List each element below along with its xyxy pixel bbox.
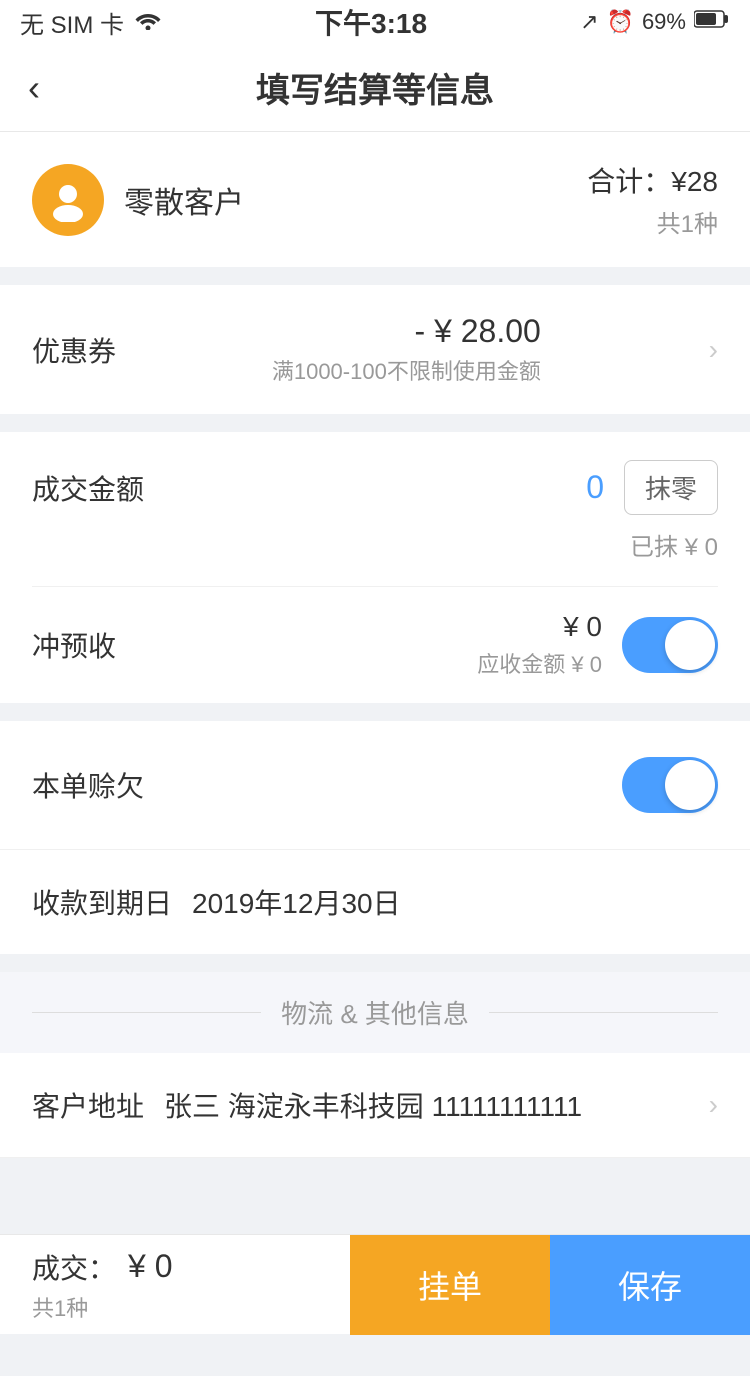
customer-name: 零散客户 bbox=[124, 178, 244, 222]
deal-section: 成交金额 0 抹零 已抹 ¥ 0 冲预收 ¥ 0 应收金额 ¥ 0 bbox=[0, 432, 750, 703]
pre-receive-amount: ¥ 0 bbox=[477, 611, 602, 643]
save-button[interactable]: 保存 bbox=[550, 1235, 750, 1335]
logistics-header: 物流 & 其他信息 bbox=[0, 972, 750, 1053]
coupon-chevron: › bbox=[709, 334, 718, 366]
round-zero-button[interactable]: 抹零 bbox=[624, 460, 718, 515]
bottom-bar: 成交： ¥ 0 共1种 挂单 保存 bbox=[0, 1234, 750, 1334]
deal-amount-row: 成交金额 0 抹零 bbox=[0, 432, 750, 527]
logistics-section: 物流 & 其他信息 客户地址 张三 海淀永丰科技园 11111111111 › bbox=[0, 972, 750, 1158]
logistics-line-left bbox=[32, 1012, 261, 1013]
coupon-description: 满1000-100不限制使用金额 bbox=[272, 354, 541, 386]
pre-receive-toggle[interactable] bbox=[622, 617, 718, 673]
coupon-label: 优惠券 bbox=[32, 330, 116, 370]
status-left: 无 SIM 卡 bbox=[20, 5, 162, 40]
due-date-label: 收款到期日 bbox=[32, 882, 172, 922]
logistics-line-right bbox=[489, 1012, 718, 1013]
coupon-discount: - ¥ 28.00 bbox=[272, 313, 541, 350]
logistics-label: 物流 & 其他信息 bbox=[261, 994, 489, 1031]
bottom-deal-label: 成交： bbox=[32, 1247, 116, 1287]
debt-toggle[interactable] bbox=[622, 757, 718, 813]
bottom-summary-top: 成交： ¥ 0 bbox=[32, 1247, 350, 1287]
customer-count: 共1种 bbox=[587, 204, 718, 239]
alarm-icon: ⏰ bbox=[607, 9, 634, 35]
customer-section: 零散客户 合计：¥28 共1种 bbox=[0, 132, 750, 267]
debt-label: 本单赊欠 bbox=[32, 765, 144, 805]
location-icon: ↗ bbox=[580, 9, 598, 35]
coupon-value: - ¥ 28.00 满1000-100不限制使用金额 bbox=[272, 313, 541, 386]
debt-toggle-knob bbox=[665, 760, 715, 810]
debt-section: 本单赊欠 收款到期日 2019年12月30日 bbox=[0, 721, 750, 954]
due-date-value[interactable]: 2019年12月30日 bbox=[192, 882, 401, 922]
deal-already-rounded: 已抹 ¥ 0 bbox=[0, 527, 750, 586]
deal-right: 0 抹零 bbox=[544, 460, 718, 515]
bottom-deal-count: 共1种 bbox=[32, 1291, 350, 1323]
pre-receive-receivable: 应收金额 ¥ 0 bbox=[477, 647, 602, 679]
debt-row: 本单赊欠 bbox=[0, 721, 750, 850]
address-value: 张三 海淀永丰科技园 11111111111 bbox=[164, 1085, 697, 1125]
customer-right: 合计：¥28 共1种 bbox=[587, 160, 718, 239]
nav-bar: ‹ 填写结算等信息 bbox=[0, 44, 750, 132]
customer-avatar bbox=[32, 164, 104, 236]
status-bar: 无 SIM 卡 下午3:18 ↗ ⏰ 69% bbox=[0, 0, 750, 44]
wifi-icon bbox=[134, 8, 162, 37]
pre-receive-amounts: ¥ 0 应收金额 ¥ 0 bbox=[477, 611, 602, 679]
no-sim-label: 无 SIM 卡 bbox=[20, 5, 124, 40]
address-label: 客户地址 bbox=[32, 1085, 144, 1125]
customer-row: 零散客户 合计：¥28 共1种 bbox=[0, 132, 750, 267]
back-button[interactable]: ‹ bbox=[28, 67, 40, 109]
page-title: 填写结算等信息 bbox=[256, 63, 494, 112]
coupon-section: 优惠券 - ¥ 28.00 满1000-100不限制使用金额 › bbox=[0, 285, 750, 414]
pre-receive-label: 冲预收 bbox=[32, 625, 116, 665]
battery-percent: 69% bbox=[642, 9, 686, 35]
toggle-knob bbox=[665, 620, 715, 670]
coupon-row[interactable]: 优惠券 - ¥ 28.00 满1000-100不限制使用金额 › bbox=[0, 285, 750, 414]
pre-receive-row: 冲预收 ¥ 0 应收金额 ¥ 0 bbox=[0, 587, 750, 703]
pre-receive-right: ¥ 0 应收金额 ¥ 0 bbox=[477, 611, 718, 679]
status-right: ↗ ⏰ 69% bbox=[580, 9, 730, 35]
due-date-row: 收款到期日 2019年12月30日 bbox=[0, 850, 750, 954]
address-row[interactable]: 客户地址 张三 海淀永丰科技园 11111111111 › bbox=[0, 1053, 750, 1158]
address-chevron: › bbox=[709, 1089, 718, 1121]
customer-total: 合计：¥28 bbox=[587, 160, 718, 200]
customer-left: 零散客户 bbox=[32, 164, 244, 236]
battery-icon bbox=[694, 9, 730, 35]
status-time: 下午3:18 bbox=[315, 2, 427, 42]
hang-button[interactable]: 挂单 bbox=[350, 1235, 550, 1335]
bottom-deal-value: ¥ 0 bbox=[128, 1248, 172, 1285]
deal-amount-value[interactable]: 0 bbox=[544, 469, 604, 506]
bottom-summary: 成交： ¥ 0 共1种 bbox=[0, 1247, 350, 1323]
deal-amount-label: 成交金额 bbox=[32, 468, 144, 508]
